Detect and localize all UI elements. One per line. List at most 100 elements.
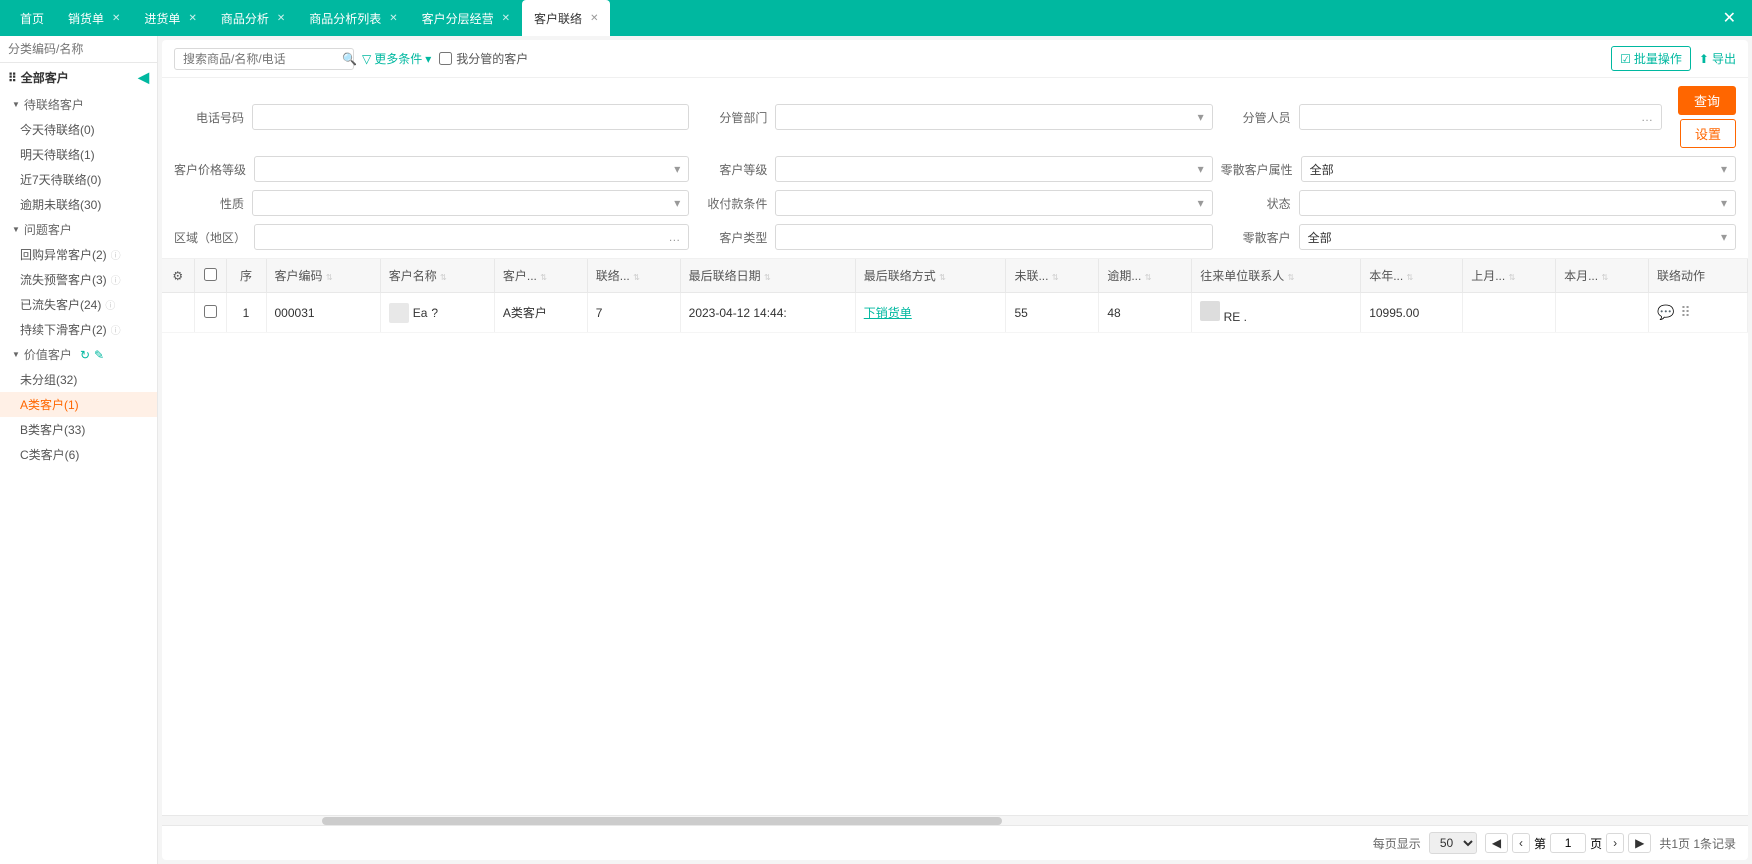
nav-tab-purchase[interactable]: 进货单 ✕ (132, 0, 208, 36)
close-icon[interactable]: ✕ (112, 13, 120, 24)
nav-tab-analysis[interactable]: 商品分析 ✕ (209, 0, 297, 36)
sort-icon: ⇅ (1407, 273, 1414, 282)
all-customers-header: ⠿ 全部客户 ◀ (0, 63, 157, 92)
payment-select[interactable]: ▾ (775, 190, 1212, 216)
more-icon[interactable]: ⠿ (1680, 304, 1690, 321)
col-overdue[interactable]: 逾期... ⇅ (1099, 259, 1192, 293)
last-page-button[interactable]: ▶ (1628, 833, 1651, 853)
sidebar-item-unclassified[interactable]: 未分组(32) (0, 367, 157, 392)
refresh-icon[interactable]: ↻ (80, 348, 90, 362)
nav-tab-customer-mgmt[interactable]: 客户分层经营 ✕ (410, 0, 522, 36)
phone-input[interactable] (252, 104, 689, 130)
sidebar-item-declining[interactable]: 持续下滑客户(2) ⓘ (0, 317, 157, 342)
close-icon[interactable]: ✕ (389, 13, 397, 24)
close-all-tabs[interactable]: ✕ (1715, 8, 1744, 28)
sidebar-item-class-b[interactable]: B类客户(33) (0, 417, 157, 442)
row-contact-count: 7 (587, 293, 680, 333)
sidebar-item-churn-warning[interactable]: 流失预警客户(3) ⓘ (0, 267, 157, 292)
sidebar-item-unclassified-label: 未分组(32) (20, 371, 77, 388)
sidebar-item-abnormal[interactable]: 回购异常客户(2) ⓘ (0, 242, 157, 267)
sidebar-group-value[interactable]: ▼ 价值客户 ↻ ✎ (0, 342, 157, 367)
collapse-sidebar-icon[interactable]: ◀ (138, 69, 149, 86)
sidebar-search-input[interactable] (8, 42, 158, 56)
more-icon: … (1641, 110, 1653, 124)
close-icon[interactable]: ✕ (188, 13, 196, 24)
page-size-select[interactable]: 50 (1429, 832, 1477, 854)
more-filter-button[interactable]: ▽ 更多条件 ▾ (362, 50, 431, 67)
retail-attr-select[interactable]: 全部 ▾ (1301, 156, 1736, 182)
sidebar-item-tomorrow[interactable]: 明天待联络(1) (0, 142, 157, 167)
price-level-select[interactable]: ▾ (254, 156, 689, 182)
filter-row-dept: 分管部门 ▾ (697, 86, 1212, 148)
sidebar-item-churned[interactable]: 已流失客户(24) ⓘ (0, 292, 157, 317)
select-all-checkbox[interactable] (204, 268, 217, 281)
col-contact-count-label: 联络... (596, 269, 630, 283)
sidebar-item-today[interactable]: 今天待联络(0) (0, 117, 157, 142)
first-page-button[interactable]: ◀ (1485, 833, 1508, 853)
sidebar-item-7days-label: 近7天待联络(0) (20, 171, 101, 188)
page-number-input[interactable] (1550, 833, 1586, 853)
customer-type-select[interactable] (775, 224, 1212, 250)
chat-icon[interactable]: 💬 (1657, 304, 1674, 321)
sidebar-item-class-a[interactable]: A类客户(1) (0, 392, 157, 417)
customer-mgmt-tab-label: 客户分层经营 (422, 10, 494, 27)
col-current-month[interactable]: 本月... ⇅ (1556, 259, 1649, 293)
more-filter-label: 更多条件 (374, 50, 422, 67)
col-gear[interactable]: ⚙ (162, 259, 194, 293)
next-page-button[interactable]: › (1606, 833, 1624, 853)
col-contact-person[interactable]: 往来单位联系人 ⇅ (1192, 259, 1361, 293)
sidebar-group-problem[interactable]: ▼ 问题客户 (0, 217, 157, 242)
col-last-month[interactable]: 上月... ⇅ (1463, 259, 1556, 293)
sidebar-group-pending[interactable]: ▼ 待联络客户 (0, 92, 157, 117)
filter-search-input[interactable] (183, 52, 338, 66)
customer-level-select[interactable]: ▾ (775, 156, 1212, 182)
horizontal-scrollbar[interactable] (162, 815, 1748, 825)
my-customers-checkbox-area: 我分管的客户 (439, 50, 528, 67)
dept-select[interactable]: ▾ (775, 104, 1212, 130)
col-num: 序 (226, 259, 266, 293)
filter-search-icon[interactable]: 🔍 (342, 52, 357, 66)
sidebar-item-class-a-label: A类客户(1) (20, 396, 79, 413)
nav-tab-sales[interactable]: 销货单 ✕ (56, 0, 132, 36)
col-code-label: 客户编码 (275, 269, 323, 283)
filter-row-customer-type: 客户类型 (697, 224, 1212, 250)
close-icon[interactable]: ✕ (277, 13, 285, 24)
nav-tab-home[interactable]: 首页 (8, 0, 56, 36)
export-button[interactable]: ⬆ 导出 (1699, 50, 1736, 67)
my-customers-checkbox[interactable] (439, 52, 452, 65)
prev-page-button[interactable]: ‹ (1512, 833, 1530, 853)
region-input[interactable]: … (254, 224, 689, 250)
row-last-method[interactable]: 下销货单 (855, 293, 1006, 333)
sidebar-item-7days[interactable]: 近7天待联络(0) (0, 167, 157, 192)
col-current-year[interactable]: 本年... ⇅ (1361, 259, 1463, 293)
retail-customer-select[interactable]: 全部 ▾ (1299, 224, 1736, 250)
col-code[interactable]: 客户编码 ⇅ (266, 259, 380, 293)
batch-ops-button[interactable]: ☑ 批量操作 (1611, 46, 1691, 71)
query-button[interactable]: 查询 (1678, 86, 1736, 115)
edit-icon[interactable]: ✎ (94, 348, 104, 362)
col-no-contact[interactable]: 未联... ⇅ (1006, 259, 1099, 293)
col-name[interactable]: 客户名称 ⇅ (380, 259, 494, 293)
col-level[interactable]: 客户... ⇅ (494, 259, 587, 293)
row-select-checkbox[interactable] (204, 305, 217, 318)
nav-tab-analysis-list[interactable]: 商品分析列表 ✕ (297, 0, 409, 36)
nature-select[interactable]: ▾ (252, 190, 689, 216)
col-last-date[interactable]: 最后联络日期 ⇅ (680, 259, 855, 293)
sidebar-item-class-c[interactable]: C类客户(6) (0, 442, 157, 467)
sidebar-item-overdue[interactable]: 逾期未联络(30) (0, 192, 157, 217)
close-icon[interactable]: ✕ (502, 13, 510, 24)
sort-icon: ⇅ (1052, 273, 1059, 282)
nav-tab-customer-contact[interactable]: 客户联络 ✕ (522, 0, 610, 36)
scrollbar-thumb[interactable] (322, 817, 1002, 825)
analysis-tab-label: 商品分析 (221, 10, 269, 27)
status-select[interactable]: ▾ (1299, 190, 1736, 216)
chevron-down-icon: ▾ (1198, 196, 1204, 210)
row-checkbox[interactable] (194, 293, 226, 333)
col-contact-count[interactable]: 联络... ⇅ (587, 259, 680, 293)
last-method-link[interactable]: 下销货单 (864, 306, 912, 320)
close-icon[interactable]: ✕ (590, 13, 598, 24)
col-last-method[interactable]: 最后联络方式 ⇅ (855, 259, 1006, 293)
settings-button[interactable]: 设置 (1680, 119, 1736, 148)
col-select-all[interactable] (194, 259, 226, 293)
manager-input[interactable]: … (1299, 104, 1662, 130)
